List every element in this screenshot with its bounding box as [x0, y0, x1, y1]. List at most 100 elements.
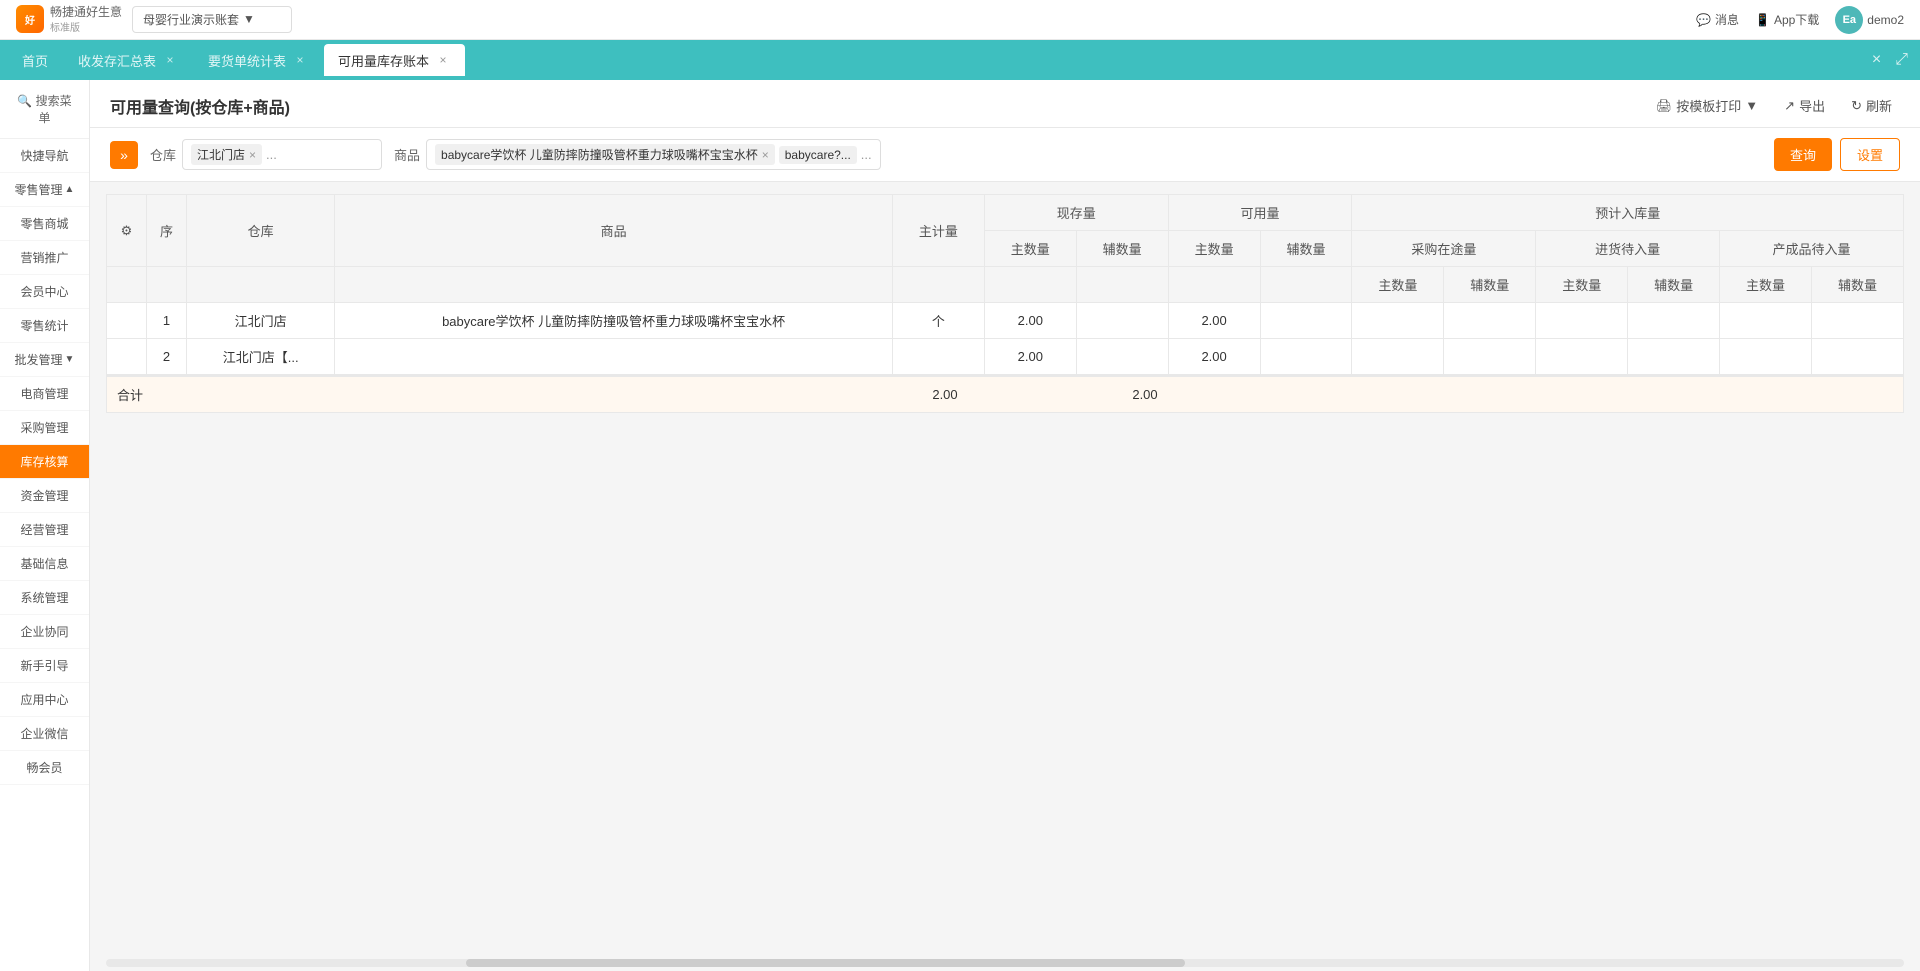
group-current-label: 现存量: [1057, 206, 1096, 221]
row-production-main-1: [1720, 339, 1812, 375]
query-button[interactable]: 查询: [1774, 138, 1832, 171]
warehouse-input[interactable]: 江北门店 × ...: [182, 139, 382, 170]
close-all-button[interactable]: ×: [1868, 47, 1885, 73]
table-container: ⚙ 序 仓库 商品 主计量: [90, 182, 1920, 955]
group-incoming-label: 预计入库量: [1595, 206, 1660, 221]
table-row: 1 江北门店 babycare学饮杯 儿童防摔防撞吸管杯重力球吸嘴杯宝宝水杯 个…: [107, 303, 1904, 339]
warehouse-more[interactable]: ...: [266, 147, 277, 162]
row-no-1: 2: [147, 339, 187, 375]
row-production-aux-0: [1811, 303, 1903, 339]
sidebar-item-system-mgmt[interactable]: 系统管理: [0, 581, 89, 615]
sidebar-search-label: 搜索菜单: [36, 94, 72, 125]
sidebar-item-wholesale-mgmt[interactable]: 批发管理 ▼: [0, 343, 89, 377]
expand-icon[interactable]: ⤢: [1891, 47, 1912, 73]
tab-receive-close[interactable]: ×: [162, 52, 178, 68]
warehouse-tag-close[interactable]: ×: [249, 148, 256, 162]
settings-icon: ⚙: [121, 223, 133, 238]
tab-home-label: 首页: [22, 51, 48, 70]
tab-receive-label: 收发存汇总表: [78, 51, 156, 70]
col-settings-header[interactable]: ⚙: [107, 195, 147, 267]
footer-label: 合计: [117, 385, 197, 404]
tab-home[interactable]: 首页: [8, 44, 62, 76]
sidebar-item-app-center-label: 应用中心: [20, 693, 68, 707]
sidebar-item-retail-mgmt[interactable]: 零售管理 ▲: [0, 173, 89, 207]
sidebar-item-premium-member[interactable]: 畅会员: [0, 751, 89, 785]
warehouse-label: 仓库: [150, 145, 176, 164]
row-current-aux-1: [1076, 339, 1168, 375]
sidebar-item-marketing[interactable]: 营销推广: [0, 241, 89, 275]
print-button[interactable]: 🖨 按模板打印 ▼: [1648, 92, 1766, 119]
avatar-text: Ea: [1843, 14, 1856, 26]
chevron-down-icon-wholesale: ▼: [65, 354, 75, 365]
settings-button[interactable]: 设置: [1840, 138, 1900, 171]
message-button[interactable]: 💬 消息: [1696, 11, 1739, 28]
tab-bar: 首页 收发存汇总表 × 要货单统计表 × 可用量库存账本 × × ⤢: [0, 40, 1920, 80]
sidebar-item-retail-shop[interactable]: 零售商城: [0, 207, 89, 241]
app-download-button[interactable]: 📱 App下载: [1755, 11, 1819, 28]
footer-current-main: 2.00: [895, 387, 995, 402]
export-button[interactable]: ↗ 导出: [1776, 92, 1833, 119]
sidebar-item-operations-mgmt[interactable]: 经营管理: [0, 513, 89, 547]
row-product-1: [335, 339, 893, 375]
app-download-label: App下载: [1774, 11, 1819, 28]
row-available-aux-1: [1260, 339, 1352, 375]
group-current-header: 现存量: [984, 195, 1168, 231]
horizontal-scrollbar[interactable]: [106, 959, 1904, 967]
sidebar-item-retail-stats-label: 零售统计: [20, 319, 68, 333]
tab-receive[interactable]: 收发存汇总表 ×: [64, 44, 192, 76]
sidebar-item-inventory[interactable]: 库存核算: [0, 445, 89, 479]
warehouse-filter: 仓库 江北门店 × ...: [150, 139, 382, 170]
header-right: 💬 消息 📱 App下载 Ea demo2: [1696, 6, 1904, 34]
sidebar-item-system-mgmt-label: 系统管理: [20, 591, 68, 605]
sidebar-item-ecommerce-mgmt[interactable]: 电商管理: [0, 377, 89, 411]
sidebar-item-enterprise-collab[interactable]: 企业协同: [0, 615, 89, 649]
logo-sub: 标准版: [50, 19, 122, 34]
tab-available[interactable]: 可用量库存账本 ×: [324, 44, 465, 76]
refresh-button[interactable]: ↻ 刷新: [1843, 92, 1900, 119]
sidebar-item-basic-info[interactable]: 基础信息: [0, 547, 89, 581]
sidebar: 🔍 搜索菜单 快捷导航 零售管理 ▲ 零售商城 营销推广 会员中心 零售统计 批…: [0, 80, 90, 971]
row-unit-1: [892, 339, 984, 375]
product-filter: 商品 babycare学饮杯 儿童防摔防撞吸管杯重力球吸嘴杯宝宝水杯 × bab…: [394, 139, 881, 170]
sidebar-item-quick-nav[interactable]: 快捷导航: [0, 139, 89, 173]
col-product-header: 商品: [335, 195, 893, 267]
sidebar-item-quick-nav-label: 快捷导航: [20, 149, 68, 163]
tab-order-close[interactable]: ×: [292, 52, 308, 68]
tab-available-close[interactable]: ×: [435, 52, 451, 68]
row-available-aux-0: [1260, 303, 1352, 339]
filter-toggle-button[interactable]: »: [110, 141, 138, 169]
product-tag-2-value: babycare?...: [785, 148, 851, 162]
message-label: 消息: [1715, 11, 1739, 28]
sidebar-item-operations-mgmt-label: 经营管理: [20, 523, 68, 537]
row-arrival-aux-1: [1628, 339, 1720, 375]
row-purchase-aux-0: [1444, 303, 1536, 339]
sidebar-item-retail-stats[interactable]: 零售统计: [0, 309, 89, 343]
sidebar-item-finance-mgmt[interactable]: 资金管理: [0, 479, 89, 513]
product-more[interactable]: ...: [861, 147, 872, 162]
row-production-main-0: [1720, 303, 1812, 339]
industry-selector[interactable]: 母婴行业演示账套 ▼: [132, 6, 292, 33]
sidebar-item-member-center-label: 会员中心: [20, 285, 68, 299]
tab-order[interactable]: 要货单统计表 ×: [194, 44, 322, 76]
tab-order-label: 要货单统计表: [208, 51, 286, 70]
sidebar-item-app-center[interactable]: 应用中心: [0, 683, 89, 717]
product-tag-1-close[interactable]: ×: [762, 148, 769, 162]
avatar: Ea: [1835, 6, 1863, 34]
group-production-sub-header: 产成品待入量: [1720, 231, 1904, 267]
refresh-icon: ↻: [1851, 98, 1862, 114]
sidebar-search-button[interactable]: 🔍 搜索菜单: [8, 88, 81, 130]
col-arrival-aux-header: 辅数量: [1628, 267, 1720, 303]
sidebar-item-member-center[interactable]: 会员中心: [0, 275, 89, 309]
group-incoming-header: 预计入库量: [1352, 195, 1904, 231]
user-area[interactable]: Ea demo2: [1835, 6, 1904, 34]
sidebar-item-wholesale-mgmt-label: 批发管理: [15, 351, 63, 368]
footer-available-main: 2.00: [1095, 387, 1195, 402]
scrollbar-thumb[interactable]: [466, 959, 1185, 967]
table-row: 2 江北门店【... 2.00 2.00: [107, 339, 1904, 375]
sidebar-item-enterprise-wechat[interactable]: 企业微信: [0, 717, 89, 751]
sidebar-item-purchase-mgmt[interactable]: 采购管理: [0, 411, 89, 445]
product-input[interactable]: babycare学饮杯 儿童防摔防撞吸管杯重力球吸嘴杯宝宝水杯 × babyca…: [426, 139, 881, 170]
row-available-main-1: 2.00: [1168, 339, 1260, 375]
col-production-main-header: 主数量: [1720, 267, 1812, 303]
sidebar-item-new-user[interactable]: 新手引导: [0, 649, 89, 683]
